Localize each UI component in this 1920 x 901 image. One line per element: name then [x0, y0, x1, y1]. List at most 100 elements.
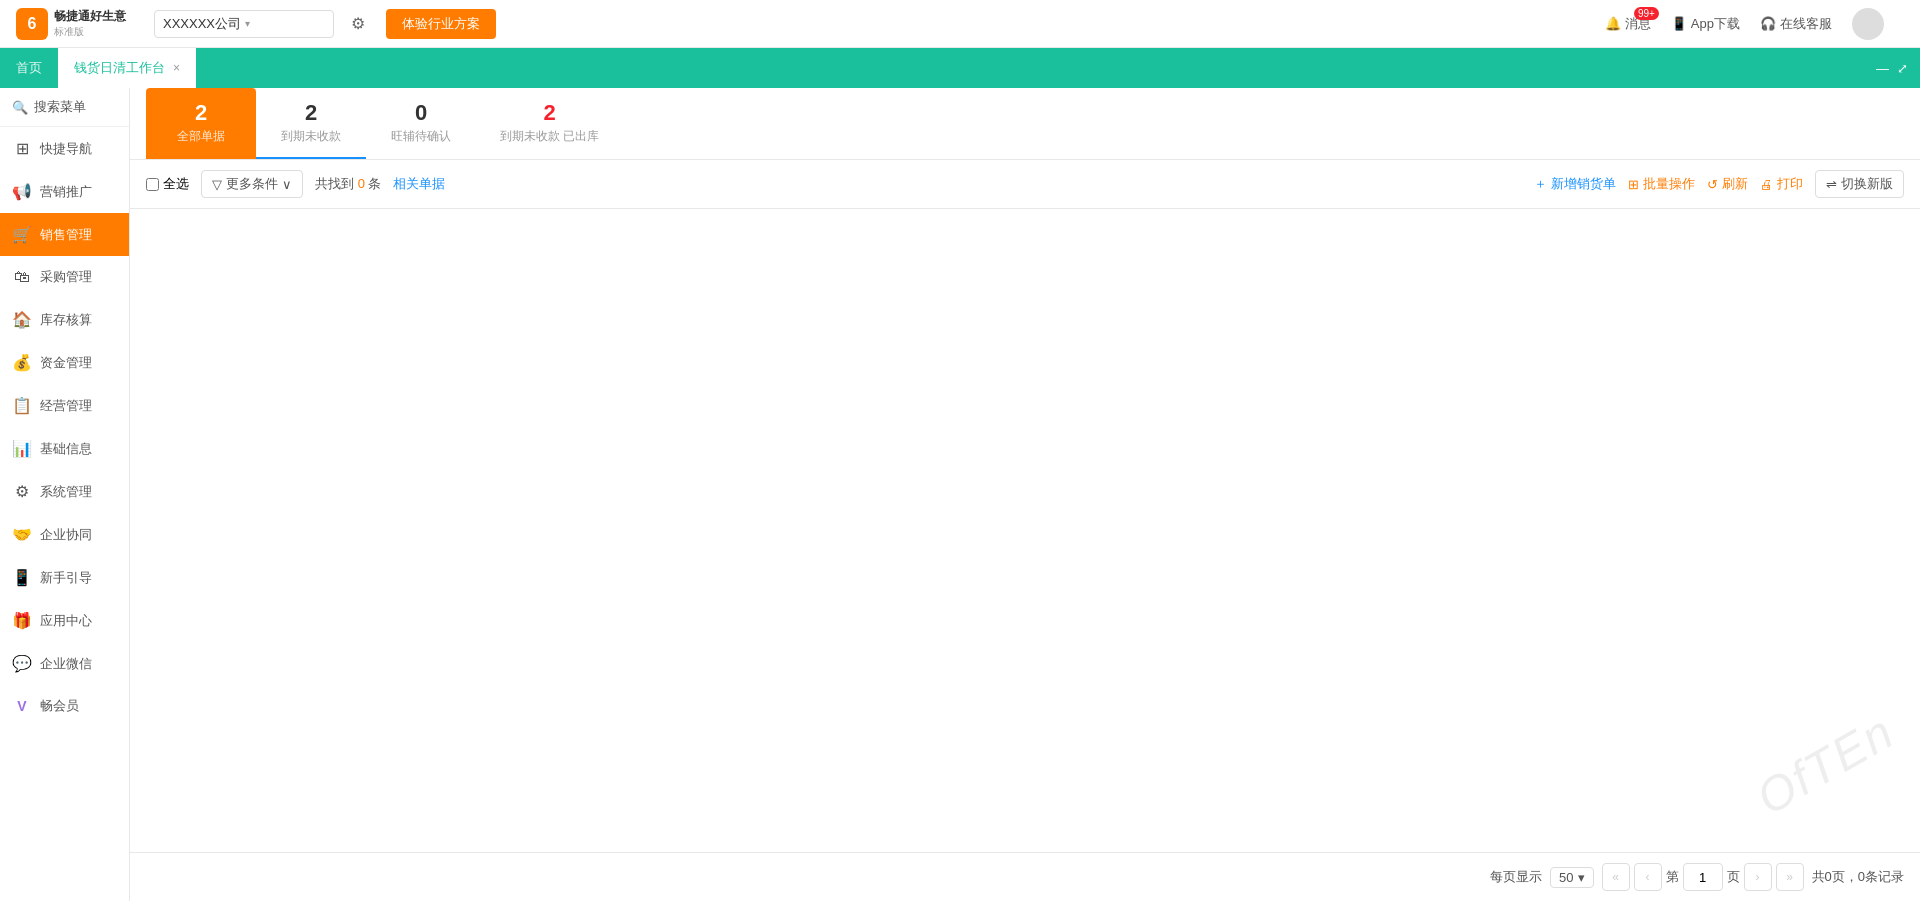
- search-label: 搜索菜单: [34, 98, 86, 116]
- quick-nav-icon: ⊞: [12, 139, 32, 158]
- add-sales-order-button[interactable]: ＋ 新增销货单: [1534, 175, 1616, 193]
- stat-number-all: 2: [195, 100, 207, 126]
- batch-operation-button[interactable]: ⊞ 批量操作: [1628, 175, 1695, 193]
- select-all-checkbox[interactable]: 全选: [146, 175, 189, 193]
- avatar[interactable]: [1852, 8, 1884, 40]
- filter-chevron: ∨: [282, 177, 292, 192]
- app-name: 畅捷通好生意: [54, 8, 126, 25]
- sidebar-item-finance-mgmt[interactable]: 💰 资金管理: [0, 341, 129, 384]
- main-layout: 🔍 搜索菜单 ⊞ 快捷导航 📢 营销推广 🛒 销售管理 🛍 采购管理 🏠 库存核…: [0, 88, 1920, 901]
- ops-icon: 📋: [12, 396, 32, 415]
- sidebar-item-label: 基础信息: [40, 440, 92, 458]
- filter-label: 更多条件: [226, 175, 278, 193]
- filter-icon: ▽: [212, 177, 222, 192]
- stat-number-overdue-shipped: 2: [544, 100, 556, 126]
- tab-home[interactable]: 首页: [0, 48, 58, 88]
- sidebar-item-label: 经营管理: [40, 397, 92, 415]
- next-page-icon: ›: [1756, 870, 1760, 884]
- sys-icon: ⚙: [12, 482, 32, 501]
- company-selector[interactable]: XXXXXX公司 ▾: [154, 10, 334, 38]
- stat-tab-overdue[interactable]: 2 到期未收款: [256, 88, 366, 159]
- watermark: OfTEn: [1748, 704, 1904, 826]
- stat-number-wangpu: 0: [415, 100, 427, 126]
- refresh-icon: ↺: [1707, 177, 1718, 192]
- sales-icon: 🛒: [12, 225, 32, 244]
- tab-label: 钱货日清工作台: [74, 59, 165, 77]
- sidebar-item-purchase-mgmt[interactable]: 🛍 采购管理: [0, 256, 129, 298]
- tab-daily-cashflow[interactable]: 钱货日清工作台 ×: [58, 48, 196, 88]
- batch-icon: ⊞: [1628, 177, 1639, 192]
- last-page-button[interactable]: »: [1776, 863, 1804, 891]
- chevron-down-icon: ▾: [245, 18, 250, 29]
- app-version: 标准版: [54, 25, 126, 39]
- purchase-icon: 🛍: [12, 268, 32, 286]
- settings-button[interactable]: ⚙: [342, 8, 374, 40]
- per-page-chevron-icon: ▾: [1578, 870, 1585, 885]
- sidebar-item-newbie-guide[interactable]: 📱 新手引导: [0, 556, 129, 599]
- sidebar-item-marketing[interactable]: 📢 营销推广: [0, 170, 129, 213]
- sidebar-item-ops-mgmt[interactable]: 📋 经营管理: [0, 384, 129, 427]
- sidebar-item-sys-mgmt[interactable]: ⚙ 系统管理: [0, 470, 129, 513]
- per-page-label: 每页显示: [1490, 868, 1542, 886]
- toolbar: 全选 ▽ 更多条件 ∨ 共找到 0 条 相关单据 ＋ 新增销货单 ⊞ 批: [130, 160, 1920, 209]
- wechat-icon: 💬: [12, 654, 32, 673]
- related-link[interactable]: 相关单据: [393, 175, 445, 193]
- header-right: 🔔 消息 99+ 📱 App下载 🎧 在线客服: [1605, 8, 1904, 40]
- switch-version-button[interactable]: ⇌ 切换新版: [1815, 170, 1904, 198]
- sidebar-item-sales-mgmt[interactable]: 🛒 销售管理: [0, 213, 129, 256]
- app-download-button[interactable]: 📱 App下载: [1671, 15, 1740, 33]
- page-nav: « ‹ 第 页 › »: [1602, 863, 1804, 891]
- per-page-select[interactable]: 50 ▾: [1550, 867, 1593, 888]
- print-button[interactable]: 🖨 打印: [1760, 175, 1803, 193]
- app-center-icon: 🎁: [12, 611, 32, 630]
- first-page-button[interactable]: «: [1602, 863, 1630, 891]
- stat-label-overdue-shipped: 到期未收款 已出库: [500, 128, 599, 145]
- sidebar-item-enterprise-coop[interactable]: 🤝 企业协同: [0, 513, 129, 556]
- experience-plan-button[interactable]: 体验行业方案: [386, 9, 496, 39]
- company-name: XXXXXX公司: [163, 15, 241, 33]
- prev-page-icon: ‹: [1646, 870, 1650, 884]
- next-page-button[interactable]: ›: [1744, 863, 1772, 891]
- sidebar-item-inventory[interactable]: 🏠 库存核算: [0, 298, 129, 341]
- add-btn-label: 新增销货单: [1551, 175, 1616, 193]
- sidebar-item-app-center[interactable]: 🎁 应用中心: [0, 599, 129, 642]
- minimize-icon: —: [1876, 61, 1889, 76]
- sidebar-item-basic-info[interactable]: 📊 基础信息: [0, 427, 129, 470]
- sidebar-item-label: 采购管理: [40, 268, 92, 286]
- stat-tab-wangpu[interactable]: 0 旺辅待确认: [366, 88, 476, 159]
- expand-icon: ⤢: [1897, 61, 1908, 76]
- stat-label-overdue: 到期未收款: [281, 128, 341, 145]
- sidebar-item-label: 营销推广: [40, 183, 92, 201]
- prev-page-button[interactable]: ‹: [1634, 863, 1662, 891]
- inventory-icon: 🏠: [12, 310, 32, 329]
- sidebar-item-member[interactable]: V 畅会员: [0, 685, 129, 727]
- sidebar-item-label: 畅会员: [40, 697, 79, 715]
- stat-tab-overdue-shipped[interactable]: 2 到期未收款 已出库: [476, 88, 623, 159]
- messages-badge: 99+: [1634, 7, 1659, 20]
- sidebar-item-quick-nav[interactable]: ⊞ 快捷导航: [0, 127, 129, 170]
- stat-label-wangpu: 旺辅待确认: [391, 128, 451, 145]
- sidebar-search[interactable]: 🔍 搜索菜单: [0, 88, 129, 127]
- online-service-button[interactable]: 🎧 在线客服: [1760, 15, 1832, 33]
- tab-expand-button[interactable]: — ⤢: [1864, 48, 1920, 88]
- sidebar-item-label: 销售管理: [40, 226, 92, 244]
- stat-number-overdue: 2: [305, 100, 317, 126]
- switch-icon: ⇌: [1826, 177, 1837, 192]
- service-icon: 🎧: [1760, 16, 1776, 31]
- top-header: 6 畅捷通好生意 标准版 XXXXXX公司 ▾ ⚙ 体验行业方案 🔔 消息 99…: [0, 0, 1920, 48]
- home-label: 首页: [16, 59, 42, 77]
- sidebar-item-label: 资金管理: [40, 354, 92, 372]
- app-logo-icon: 6: [16, 8, 48, 40]
- sidebar-item-label: 快捷导航: [40, 140, 92, 158]
- page-number-input[interactable]: [1683, 863, 1723, 891]
- messages-button[interactable]: 🔔 消息 99+: [1605, 15, 1651, 33]
- refresh-button[interactable]: ↺ 刷新: [1707, 175, 1748, 193]
- sidebar-item-enterprise-wechat[interactable]: 💬 企业微信: [0, 642, 129, 685]
- stats-tabs: 2 全部单据 2 到期未收款 0 旺辅待确认 2 到期未收款 已出库: [130, 88, 1920, 160]
- checkbox-input[interactable]: [146, 178, 159, 191]
- page-prefix: 第: [1666, 868, 1679, 886]
- tab-close-icon[interactable]: ×: [173, 61, 180, 75]
- more-filter-button[interactable]: ▽ 更多条件 ∨: [201, 170, 303, 198]
- stat-tab-all[interactable]: 2 全部单据: [146, 88, 256, 159]
- last-page-icon: »: [1786, 870, 1793, 884]
